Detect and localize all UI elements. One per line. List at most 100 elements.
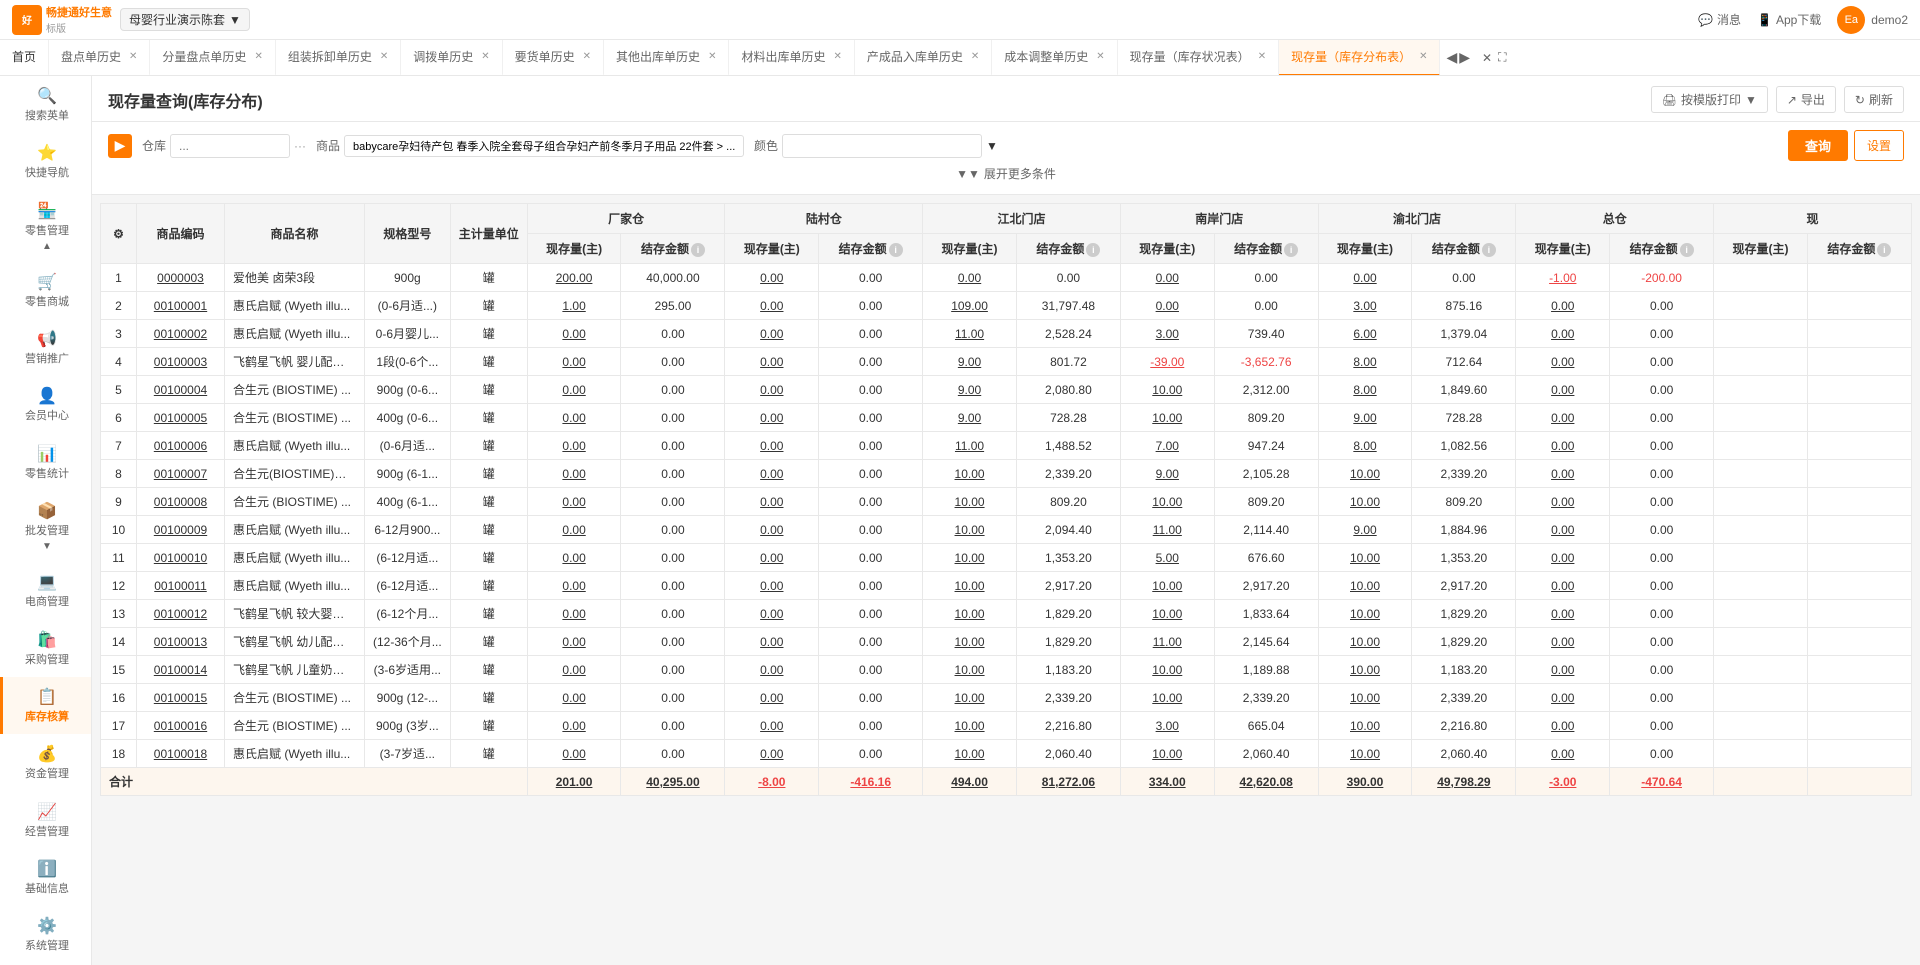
cell-total-qty[interactable]: 0.00 <box>1516 488 1610 516</box>
tab-other-out[interactable]: 其他出库单历史 ✕ <box>604 40 729 76</box>
cell-yubei-qty[interactable]: 6.00 <box>1318 320 1412 348</box>
sidebar-item-mall[interactable]: 🛒 零售商城 <box>0 262 91 319</box>
cell-lucun-qty[interactable]: 0.00 <box>725 628 819 656</box>
tab-inventory-check[interactable]: 盘点单历史 ✕ <box>49 40 150 76</box>
cell-total-qty[interactable]: 0.00 <box>1516 516 1610 544</box>
cell-nanan-qty[interactable]: 10.00 <box>1120 376 1214 404</box>
warehouse-input[interactable] <box>170 134 290 158</box>
cell-changsha-qty[interactable]: 0.00 <box>527 320 621 348</box>
query-button[interactable]: 查询 <box>1788 130 1848 161</box>
cell-yubei-qty[interactable]: 8.00 <box>1318 376 1412 404</box>
cell-lucun-qty[interactable]: 0.00 <box>725 656 819 684</box>
cell-code[interactable]: 00100014 <box>137 656 225 684</box>
cell-nanan-qty[interactable]: -39.00 <box>1120 348 1214 376</box>
close-icon[interactable]: ✕ <box>481 51 489 62</box>
cell-total-qty[interactable]: 0.00 <box>1516 544 1610 572</box>
cell-code[interactable]: 00100016 <box>137 712 225 740</box>
cell-code[interactable]: 00100003 <box>137 348 225 376</box>
tab-transfer[interactable]: 调拨单历史 ✕ <box>401 40 502 76</box>
cell-changsha-qty[interactable]: 0.00 <box>527 460 621 488</box>
cell-lucun-qty[interactable]: 0.00 <box>725 684 819 712</box>
cell-jiangbei-qty[interactable]: 10.00 <box>923 712 1017 740</box>
cell-nanan-qty[interactable]: 3.00 <box>1120 712 1214 740</box>
cell-code[interactable]: 00100006 <box>137 432 225 460</box>
cell-lucun-qty[interactable]: 0.00 <box>725 320 819 348</box>
cell-changsha-qty[interactable]: 0.00 <box>527 740 621 768</box>
nav-close-icon[interactable]: ✕ <box>1482 51 1492 65</box>
cell-total-qty[interactable]: 0.00 <box>1516 656 1610 684</box>
cell-jiangbei-qty[interactable]: 11.00 <box>923 432 1017 460</box>
cell-code[interactable]: 0000003 <box>137 264 225 292</box>
cell-yubei-qty[interactable]: 8.00 <box>1318 432 1412 460</box>
cell-yubei-qty[interactable]: 10.00 <box>1318 712 1412 740</box>
cell-total-qty[interactable]: 0.00 <box>1516 684 1610 712</box>
cell-lucun-qty[interactable]: 0.00 <box>725 376 819 404</box>
cell-changsha-qty[interactable]: 0.00 <box>527 488 621 516</box>
cell-nanan-qty[interactable]: 10.00 <box>1120 740 1214 768</box>
cell-nanan-qty[interactable]: 10.00 <box>1120 600 1214 628</box>
cell-yubei-qty[interactable]: 10.00 <box>1318 488 1412 516</box>
cell-lucun-qty[interactable]: 0.00 <box>725 572 819 600</box>
cell-nanan-qty[interactable]: 10.00 <box>1120 572 1214 600</box>
tab-requisition[interactable]: 要货单历史 ✕ <box>503 40 604 76</box>
cell-lucun-qty[interactable]: 0.00 <box>725 264 819 292</box>
cell-jiangbei-qty[interactable]: 11.00 <box>923 320 1017 348</box>
cell-code[interactable]: 00100010 <box>137 544 225 572</box>
cell-lucun-qty[interactable]: 0.00 <box>725 488 819 516</box>
close-icon[interactable]: ✕ <box>1096 51 1104 62</box>
cell-code[interactable]: 00100005 <box>137 404 225 432</box>
cell-nanan-qty[interactable]: 5.00 <box>1120 544 1214 572</box>
cell-nanan-qty[interactable]: 11.00 <box>1120 628 1214 656</box>
tab-weight-check[interactable]: 分量盘点单历史 ✕ <box>150 40 275 76</box>
info-icon[interactable]: i <box>1877 243 1891 257</box>
sidebar-item-ecom[interactable]: 💻 电商管理 <box>0 562 91 619</box>
sidebar-item-basic[interactable]: ℹ️ 基础信息 <box>0 849 91 906</box>
cell-changsha-qty[interactable]: 200.00 <box>527 264 621 292</box>
close-icon[interactable]: ✕ <box>971 51 979 62</box>
cell-total-qty[interactable]: 0.00 <box>1516 572 1610 600</box>
cell-total-qty[interactable]: -1.00 <box>1516 264 1610 292</box>
cell-jiangbei-qty[interactable]: 10.00 <box>923 516 1017 544</box>
cell-changsha-qty[interactable]: 0.00 <box>527 376 621 404</box>
color-dropdown-icon[interactable]: ▼ <box>986 139 998 153</box>
cell-yubei-qty[interactable]: 3.00 <box>1318 292 1412 320</box>
cell-total-qty[interactable]: 0.00 <box>1516 712 1610 740</box>
warehouse-dots[interactable]: ··· <box>294 139 306 153</box>
cell-lucun-qty[interactable]: 0.00 <box>725 432 819 460</box>
nav-next-arrow[interactable]: ▶ <box>1459 49 1470 66</box>
sidebar-item-retail-stats[interactable]: 📊 零售统计 <box>0 434 91 491</box>
cell-lucun-qty[interactable]: 0.00 <box>725 516 819 544</box>
cell-total-qty[interactable]: 0.00 <box>1516 628 1610 656</box>
user-info[interactable]: Ea demo2 <box>1837 6 1908 34</box>
tab-product-in[interactable]: 产成品入库单历史 ✕ <box>855 40 992 76</box>
cell-yubei-qty[interactable]: 10.00 <box>1318 572 1412 600</box>
summary-lucun-qty[interactable]: -8.00 <box>725 768 819 796</box>
close-icon[interactable]: ✕ <box>129 51 137 62</box>
sidebar-item-retail-mgmt[interactable]: 🏪 零售管理 ▲ <box>0 191 91 262</box>
cell-jiangbei-qty[interactable]: 10.00 <box>923 488 1017 516</box>
cell-yubei-qty[interactable]: 10.00 <box>1318 460 1412 488</box>
export-button[interactable]: ↗ 导出 <box>1776 86 1836 113</box>
cell-nanan-qty[interactable]: 10.00 <box>1120 404 1214 432</box>
sidebar-item-search[interactable]: 🔍 搜索英单 <box>0 76 91 133</box>
close-icon[interactable]: ✕ <box>1258 51 1266 62</box>
info-icon[interactable]: i <box>691 243 705 257</box>
close-icon[interactable]: ✕ <box>380 51 388 62</box>
cell-nanan-qty[interactable]: 10.00 <box>1120 684 1214 712</box>
cell-lucun-qty[interactable]: 0.00 <box>725 348 819 376</box>
cell-lucun-qty[interactable]: 0.00 <box>725 600 819 628</box>
cell-changsha-qty[interactable]: 0.00 <box>527 432 621 460</box>
summary-nanan-qty[interactable]: 334.00 <box>1120 768 1214 796</box>
goods-input[interactable] <box>344 135 744 157</box>
close-icon[interactable]: ✕ <box>254 51 262 62</box>
tab-stock-status[interactable]: 现存量（库存状况表） ✕ <box>1118 40 1279 76</box>
cell-lucun-qty[interactable]: 0.00 <box>725 404 819 432</box>
color-input[interactable] <box>782 134 982 158</box>
tab-home[interactable]: 首页 <box>0 40 49 76</box>
cell-total-qty[interactable]: 0.00 <box>1516 320 1610 348</box>
close-icon[interactable]: ✕ <box>583 51 591 62</box>
cell-nanan-qty[interactable]: 7.00 <box>1120 432 1214 460</box>
tab-assemble[interactable]: 组装拆卸单历史 ✕ <box>276 40 401 76</box>
cell-changsha-qty[interactable]: 1.00 <box>527 292 621 320</box>
cell-yubei-qty[interactable]: 0.00 <box>1318 264 1412 292</box>
